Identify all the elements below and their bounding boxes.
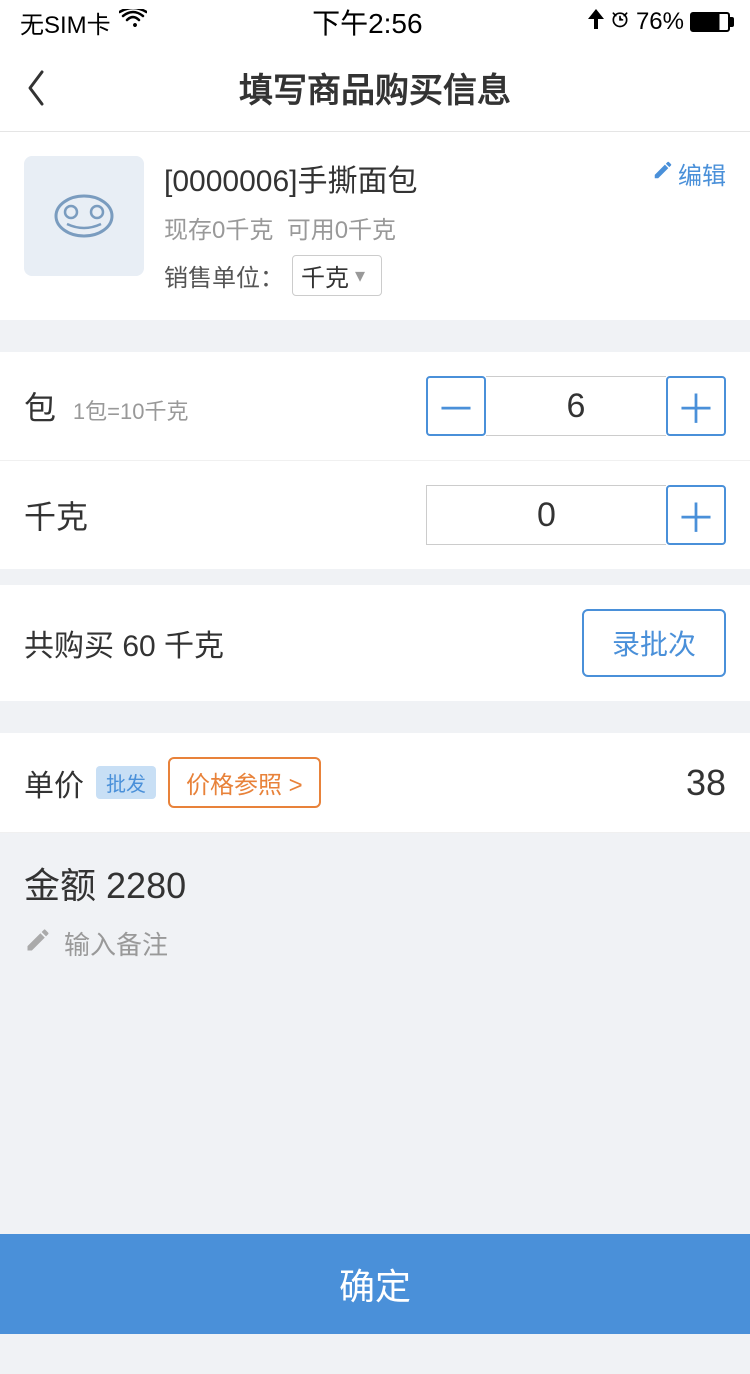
- wholesale-badge: 批发: [96, 766, 156, 799]
- battery-icon: [690, 12, 730, 32]
- amount-section: 金额 2280 输入备注: [0, 833, 750, 974]
- kg-label: 千克: [24, 492, 426, 538]
- bao-label: 包 1包=10千克: [24, 383, 426, 429]
- total-row: 共购买 60 千克 录批次: [0, 585, 750, 701]
- bao-qty-input[interactable]: [486, 376, 666, 436]
- kg-plus-button[interactable]: ＋: [666, 485, 726, 545]
- kg-qty-input[interactable]: [426, 485, 666, 545]
- kg-qty-control: ＋: [426, 485, 726, 545]
- bao-input-section: 包 1包=10千克 － ＋ 千克 ＋: [0, 352, 750, 569]
- location-icon: [588, 8, 604, 36]
- bao-row: 包 1包=10千克 － ＋: [0, 352, 750, 461]
- total-label: 共购买 60 千克: [24, 621, 224, 665]
- bao-minus-button[interactable]: －: [426, 376, 486, 436]
- batch-button[interactable]: 录批次: [582, 609, 726, 677]
- price-section: 单价 批发 价格参照 > 38: [0, 733, 750, 833]
- battery-percent: 76%: [636, 8, 684, 36]
- remark-label: 输入备注: [64, 925, 168, 962]
- product-card-section: [0000006]手撕面包 现存0千克 可用0千克 销售单位： 千克 ▾ 编辑: [0, 132, 750, 320]
- price-label: 单价 批发 价格参照 >: [24, 757, 321, 808]
- pencil-icon: [24, 926, 52, 961]
- remark-row[interactable]: 输入备注: [24, 925, 726, 962]
- product-info: [0000006]手撕面包 现存0千克 可用0千克 销售单位： 千克 ▾: [164, 156, 726, 296]
- product-thumbnail: [24, 156, 144, 276]
- back-button[interactable]: [24, 68, 48, 108]
- divider-2: [0, 569, 750, 585]
- confirm-label: 确定: [339, 1258, 411, 1310]
- status-time: 下午2:56: [312, 2, 423, 42]
- bao-qty-control: － ＋: [426, 376, 726, 436]
- carrier-label: 无SIM卡: [20, 5, 111, 40]
- price-value: 38: [686, 762, 726, 804]
- status-bar: 无SIM卡 下午2:56 76%: [0, 0, 750, 44]
- edit-icon: [652, 159, 674, 188]
- status-right: 76%: [588, 8, 730, 36]
- divider-3: [0, 717, 750, 733]
- amount-row: 金额 2280: [24, 857, 726, 909]
- nav-bar: 填写商品购买信息: [0, 44, 750, 132]
- bao-plus-button[interactable]: ＋: [666, 376, 726, 436]
- product-unit: 销售单位： 千克 ▾: [164, 255, 726, 296]
- page-title: 填写商品购买信息: [239, 63, 511, 112]
- confirm-button[interactable]: 确定: [0, 1234, 750, 1334]
- unit-select[interactable]: 千克 ▾: [292, 255, 382, 296]
- chevron-down-icon: ▾: [355, 263, 365, 288]
- status-left: 无SIM卡: [20, 5, 147, 40]
- alarm-icon: [610, 8, 630, 36]
- wifi-icon: [119, 8, 147, 36]
- product-card: [0000006]手撕面包 现存0千克 可用0千克 销售单位： 千克 ▾ 编辑: [0, 132, 750, 320]
- price-row: 单价 批发 价格参照 > 38: [0, 733, 750, 833]
- price-ref-button[interactable]: 价格参照 >: [168, 757, 321, 808]
- product-stock: 现存0千克 可用0千克: [164, 210, 726, 245]
- kg-row: 千克 ＋: [0, 461, 750, 569]
- edit-button[interactable]: 编辑: [652, 156, 726, 191]
- product-name: [0000006]手撕面包: [164, 156, 726, 200]
- divider-1: [0, 336, 750, 352]
